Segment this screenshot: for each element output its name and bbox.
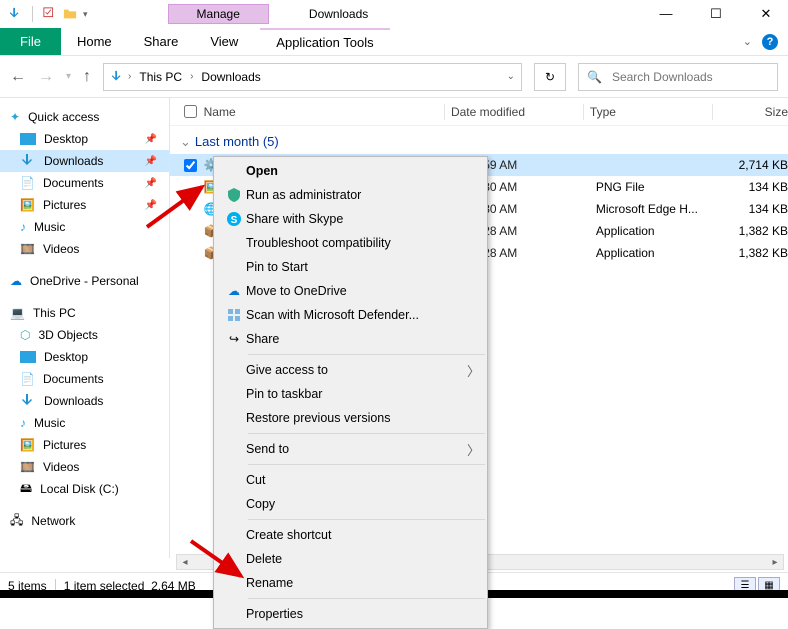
sidebar-3dobjects[interactable]: ⬡3D Objects (0, 324, 169, 346)
column-date[interactable]: Date modified (451, 105, 583, 119)
column-type[interactable]: Type (590, 105, 712, 119)
sidebar-videos[interactable]: 🎞️Videos (0, 238, 169, 260)
select-all-checkbox[interactable] (184, 105, 197, 118)
ctx-cut[interactable]: Cut (214, 468, 487, 492)
sidebar-thispc[interactable]: 💻This PC (0, 302, 169, 324)
group-last-month[interactable]: ⌄Last month (5) (170, 126, 788, 154)
ctx-open[interactable]: Open (214, 159, 487, 183)
address-bar: ← → ▾ ↑ › This PC › Downloads ⌄ ↻ 🔍 (0, 56, 788, 98)
sidebar-localdisk[interactable]: 🖴Local Disk (C:) (0, 478, 169, 500)
breadcrumb-dropdown-icon[interactable]: ⌄ (507, 71, 515, 82)
sidebar-videos2[interactable]: 🎞️Videos (0, 456, 169, 478)
ctx-restore-versions[interactable]: Restore previous versions (214, 406, 487, 430)
sidebar-desktop2[interactable]: Desktop (0, 346, 169, 368)
sidebar-music[interactable]: ♪Music (0, 216, 169, 238)
sidebar-pictures[interactable]: 🖼️Pictures📌 (0, 194, 169, 216)
row-checkbox[interactable] (184, 159, 197, 172)
minimize-button[interactable]: — (652, 6, 680, 22)
nav-back-button[interactable]: ← (10, 68, 26, 86)
ctx-properties[interactable]: Properties (214, 602, 487, 626)
sidebar-documents[interactable]: 📄Documents📌 (0, 172, 169, 194)
search-input[interactable] (610, 69, 769, 85)
home-tab[interactable]: Home (61, 28, 128, 55)
view-tab[interactable]: View (194, 28, 254, 55)
ctx-give-access[interactable]: Give access to〉 (214, 358, 487, 382)
column-headers[interactable]: Name Date modified Type Size (170, 98, 788, 126)
nav-recent-dropdown[interactable]: ▾ (66, 71, 71, 82)
column-size[interactable]: Size (719, 105, 788, 119)
application-tools-tab[interactable]: Application Tools (260, 28, 389, 55)
file-tab[interactable]: File (0, 28, 61, 55)
share-tab[interactable]: Share (128, 28, 195, 55)
sidebar-network[interactable]: 🖧Network (0, 510, 169, 532)
downloads-icon (110, 70, 124, 84)
ctx-copy[interactable]: Copy (214, 492, 487, 516)
ribbon: File Home Share View Application Tools ⌄… (0, 28, 788, 56)
pin-icon: 📌 (145, 178, 157, 189)
context-menu: Open Run as administrator SShare with Sk… (213, 156, 488, 629)
ctx-pin-taskbar[interactable]: Pin to taskbar (214, 382, 487, 406)
sidebar-downloads[interactable]: Downloads📌 (0, 150, 169, 172)
pin-icon: 📌 (145, 134, 157, 145)
qat-newfolder-icon[interactable] (63, 7, 77, 21)
title-bar: ▾ Manage Downloads — ☐ ✕ (0, 0, 788, 28)
ctx-create-shortcut[interactable]: Create shortcut (214, 523, 487, 547)
sidebar-onedrive[interactable]: ☁OneDrive - Personal (0, 270, 169, 292)
qat-properties-icon[interactable] (43, 7, 57, 21)
search-icon: 🔍 (587, 70, 602, 84)
breadcrumb[interactable]: › This PC › Downloads ⌄ (103, 63, 522, 91)
refresh-button[interactable]: ↻ (534, 63, 566, 91)
nav-pane: ✦Quick access Desktop📌 Downloads📌 📄Docum… (0, 98, 170, 558)
breadcrumb-downloads[interactable]: Downloads (197, 70, 264, 84)
pin-icon: 📌 (145, 156, 157, 167)
sidebar-downloads2[interactable]: Downloads (0, 390, 169, 412)
sidebar-desktop[interactable]: Desktop📌 (0, 128, 169, 150)
ctx-send-to[interactable]: Send to〉 (214, 437, 487, 461)
ctx-rename[interactable]: Rename (214, 571, 487, 595)
ribbon-expand-icon[interactable]: ⌄ (743, 35, 752, 48)
sidebar-pictures2[interactable]: 🖼️Pictures (0, 434, 169, 456)
breadcrumb-thispc[interactable]: This PC (135, 70, 186, 84)
ctx-run-as-admin[interactable]: Run as administrator (214, 183, 487, 207)
ctx-share-skype[interactable]: SShare with Skype (214, 207, 487, 231)
sidebar-quick-access[interactable]: ✦Quick access (0, 106, 169, 128)
ctx-defender-scan[interactable]: Scan with Microsoft Defender... (214, 303, 487, 327)
window-title: Downloads (309, 7, 368, 21)
ctx-move-onedrive[interactable]: ☁Move to OneDrive (214, 279, 487, 303)
search-box[interactable]: 🔍 (578, 63, 778, 91)
ctx-pin-start[interactable]: Pin to Start (214, 255, 487, 279)
help-icon[interactable]: ? (762, 34, 778, 50)
maximize-button[interactable]: ☐ (702, 6, 730, 22)
ctx-share[interactable]: ↪Share (214, 327, 487, 351)
manage-tab[interactable]: Manage (168, 4, 269, 24)
sidebar-documents2[interactable]: 📄Documents (0, 368, 169, 390)
sidebar-music2[interactable]: ♪Music (0, 412, 169, 434)
nav-forward-button[interactable]: → (38, 68, 54, 86)
pin-icon: 📌 (145, 200, 157, 211)
close-button[interactable]: ✕ (752, 6, 780, 22)
downloads-icon (8, 7, 22, 21)
qat-dropdown-icon[interactable]: ▾ (83, 9, 88, 20)
column-name[interactable]: Name (204, 105, 444, 119)
ctx-delete[interactable]: Delete (214, 547, 487, 571)
ctx-troubleshoot[interactable]: Troubleshoot compatibility (214, 231, 487, 255)
svg-text:S: S (231, 215, 238, 226)
nav-up-button[interactable]: ↑ (83, 68, 91, 86)
